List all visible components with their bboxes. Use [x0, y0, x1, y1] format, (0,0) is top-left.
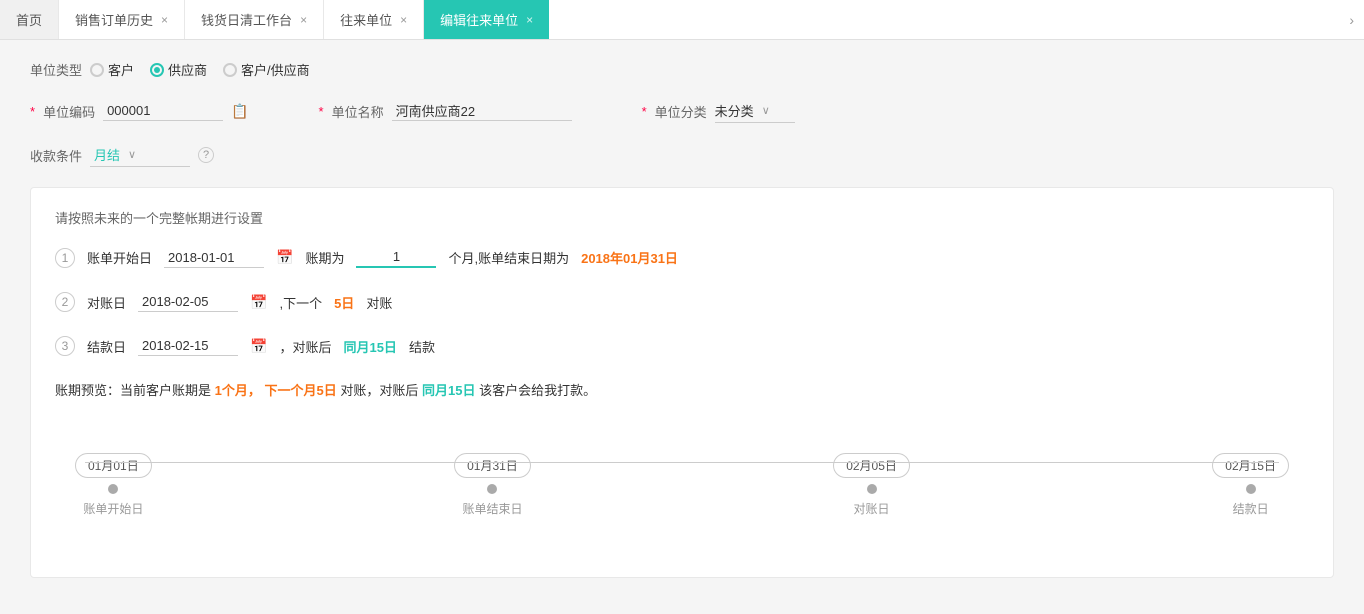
settle-date-input[interactable]: [138, 336, 238, 356]
reconcile-date-input[interactable]: [138, 292, 238, 312]
timeline-badge-0: 01月01日: [75, 453, 152, 478]
row-num-3: 3: [55, 336, 75, 356]
row-label-3: 结款日: [87, 337, 126, 356]
timeline-badge-2: 02月05日: [833, 453, 910, 478]
period-unit-text: 个月,账单结束日期为: [448, 248, 569, 267]
preview-label: 账期预览：当前客户账期是: [55, 383, 211, 398]
start-date-calendar-icon[interactable]: 📅: [276, 249, 293, 266]
timeline-label-1: 账单结束日: [462, 500, 522, 517]
radio-supplier[interactable]: 供应商: [150, 60, 207, 79]
end-date-highlight: 2018年01月31日: [581, 248, 678, 267]
timeline-dot-2: [867, 484, 877, 494]
tab-sales-history[interactable]: 销售订单历史 ×: [59, 0, 185, 39]
unit-type-row: 单位类型 客户 供应商 客户/供应商: [30, 60, 1334, 79]
preview-mid: 对账，对账后: [340, 383, 418, 398]
radio-label-supplier: 供应商: [168, 60, 207, 79]
settle-date-calendar-icon[interactable]: 📅: [250, 338, 267, 355]
setup-row-3: 3 结款日 📅 ，对账后 同月15日 结款: [55, 336, 1309, 356]
preview-end: 该客户会给我打款。: [479, 383, 596, 398]
timeline-badge-1: 01月31日: [454, 453, 531, 478]
setup-row-1: 1 账单开始日 📅 账期为 个月,账单结束日期为 2018年01月31日: [55, 247, 1309, 268]
radio-customer[interactable]: 客户: [90, 60, 134, 79]
settle-suffix-post: 结款: [409, 337, 435, 356]
setup-card: 请按照未来的一个完整帐期进行设置 1 账单开始日 📅 账期为 个月,账单结束日期…: [30, 187, 1334, 578]
preview-p1: 1个月，: [215, 383, 261, 398]
card-title: 请按照未来的一个完整帐期进行设置: [55, 208, 1309, 227]
unit-name-label: 单位名称: [332, 102, 384, 121]
unit-code-input[interactable]: [103, 101, 223, 121]
tab-home[interactable]: 首页: [0, 0, 59, 39]
tab-cash-work[interactable]: 钱货日清工作台 ×: [185, 0, 324, 39]
payment-help-icon[interactable]: ?: [198, 147, 214, 163]
radio-circle-both: [223, 63, 237, 77]
unit-type-label: 单位类型: [30, 60, 82, 79]
radio-both[interactable]: 客户/供应商: [223, 60, 310, 79]
timeline-label-3: 结款日: [1233, 500, 1269, 517]
reconcile-highlight: 5日: [334, 293, 354, 312]
unit-class-value: 未分类: [715, 101, 754, 120]
unit-info-row: * 单位编码 📋 * 单位名称 * 单位分类 未分类 ∨: [30, 99, 1334, 123]
preview-section: 账期预览：当前客户账期是 1个月， 下一个月5日 对账，对账后 同月15日 该客…: [55, 380, 1309, 399]
payment-field: 收款条件 月结 ∨ ?: [30, 143, 214, 167]
tab-close-cash-work[interactable]: ×: [300, 13, 307, 27]
timeline-line: [85, 462, 1279, 463]
reconcile-date-calendar-icon[interactable]: 📅: [250, 294, 267, 311]
unit-code-label: 单位编码: [43, 102, 95, 121]
timeline-badge-3: 02月15日: [1212, 453, 1289, 478]
timeline-dot-3: [1246, 484, 1256, 494]
settle-suffix-pre: ，对账后: [279, 337, 331, 356]
unit-name-field: * 单位名称: [319, 101, 572, 121]
unit-code-field: * 单位编码 📋: [30, 101, 249, 121]
reconcile-suffix-pre: ,下一个: [279, 293, 322, 312]
tab-close-partner-unit[interactable]: ×: [400, 13, 407, 27]
timeline-label-2: 对账日: [854, 500, 890, 517]
tab-partner-unit[interactable]: 往来单位 ×: [324, 0, 424, 39]
unit-class-field: * 单位分类 未分类 ∨: [642, 99, 795, 123]
unit-type-field: 单位类型 客户 供应商 客户/供应商: [30, 60, 310, 79]
tab-edit-partner[interactable]: 编辑往来单位 ×: [424, 0, 549, 39]
timeline-dot-0: [108, 484, 118, 494]
setup-row-2: 2 对账日 📅 ,下一个 5日 对账: [55, 292, 1309, 312]
settle-highlight: 同月15日: [343, 337, 396, 356]
unit-class-chevron: ∨: [762, 104, 770, 117]
row-num-1: 1: [55, 248, 75, 268]
timeline-dot-1: [487, 484, 497, 494]
timeline-label-0: 账单开始日: [83, 500, 143, 517]
payment-row: 收款条件 月结 ∨ ?: [30, 143, 1334, 167]
start-date-input[interactable]: [164, 248, 264, 268]
period-prefix: 账期为: [305, 248, 344, 267]
radio-label-both: 客户/供应商: [241, 60, 310, 79]
preview-p2: 下一个月5日: [265, 383, 337, 398]
unit-name-input[interactable]: [392, 101, 572, 121]
page-content: 单位类型 客户 供应商 客户/供应商 * 单位编码: [0, 40, 1364, 614]
radio-circle-supplier: [150, 63, 164, 77]
radio-label-customer: 客户: [108, 60, 134, 79]
period-value-input[interactable]: [356, 247, 436, 268]
payment-dropdown[interactable]: 月结 ∨: [90, 143, 190, 167]
tab-close-edit-partner[interactable]: ×: [526, 13, 533, 27]
radio-circle-customer: [90, 63, 104, 77]
reconcile-suffix-post: 对账: [366, 293, 392, 312]
unit-class-label: 单位分类: [655, 102, 707, 121]
unit-class-dropdown[interactable]: 未分类 ∨: [715, 99, 795, 123]
tab-more-arrow[interactable]: ›: [1339, 12, 1364, 28]
row-label-2: 对账日: [87, 293, 126, 312]
preview-p3: 同月15日: [422, 383, 475, 398]
unit-type-radio-group: 客户 供应商 客户/供应商: [90, 60, 310, 79]
row-label-1: 账单开始日: [87, 248, 152, 267]
payment-value: 月结: [94, 145, 120, 164]
unit-code-calendar-icon[interactable]: 📋: [231, 103, 248, 120]
payment-label: 收款条件: [30, 146, 82, 165]
timeline-container: 01月01日 账单开始日 01月31日 账单结束日 02月05日 对账日 02月…: [55, 423, 1309, 557]
tab-close-sales-history[interactable]: ×: [161, 13, 168, 27]
payment-chevron: ∨: [128, 148, 136, 161]
row-num-2: 2: [55, 292, 75, 312]
tab-bar: 首页 销售订单历史 × 钱货日清工作台 × 往来单位 × 编辑往来单位 × ›: [0, 0, 1364, 40]
